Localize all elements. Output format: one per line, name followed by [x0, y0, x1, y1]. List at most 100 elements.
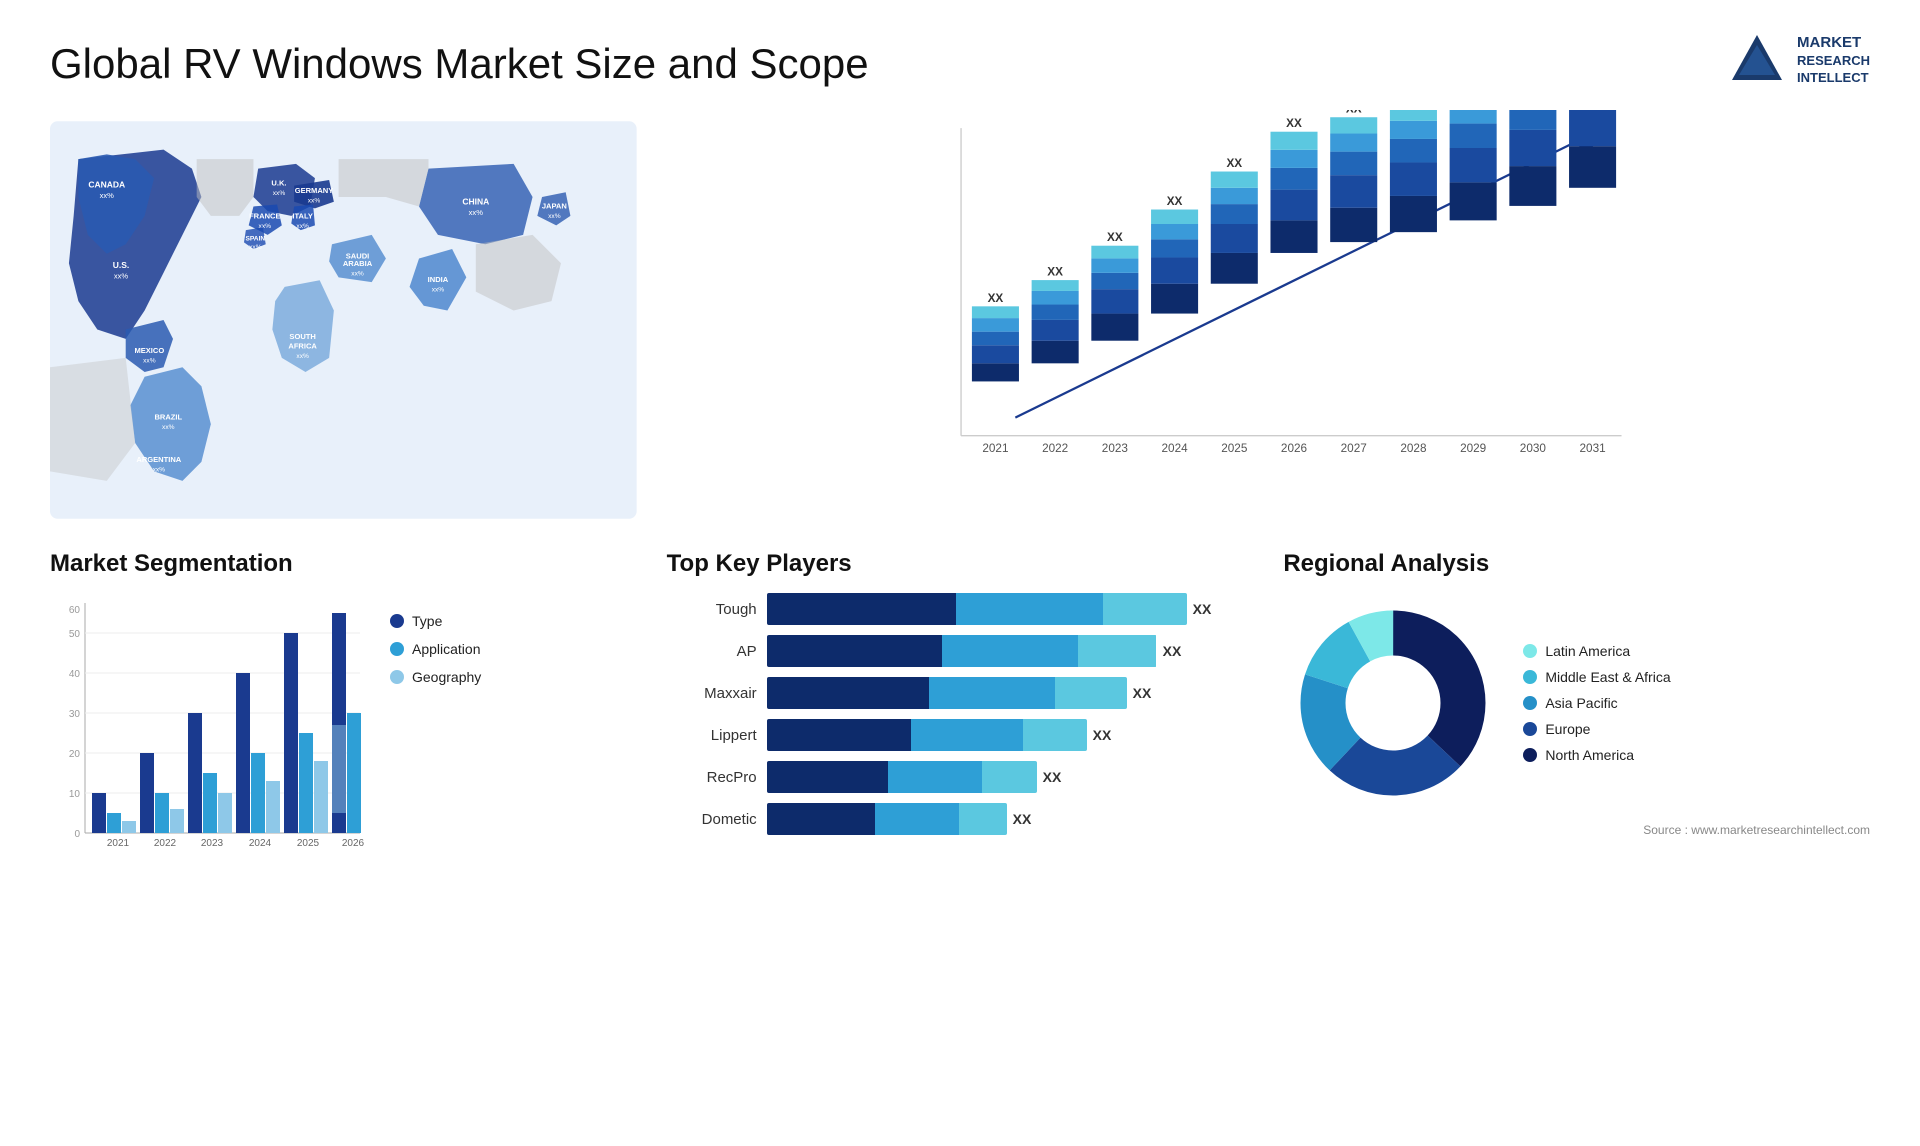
donut-chart	[1283, 593, 1503, 813]
legend-asia-pacific: Asia Pacific	[1523, 695, 1670, 711]
svg-text:xx%: xx%	[100, 191, 115, 200]
dot-north-america	[1523, 748, 1537, 762]
player-seg1-tough	[767, 593, 956, 625]
donut-svg	[1283, 593, 1503, 813]
player-seg3-ap	[1078, 635, 1156, 667]
player-seg1-dometic	[767, 803, 875, 835]
svg-text:xx%: xx%	[469, 208, 484, 217]
player-row-lippert: Lippert XX	[667, 719, 1254, 751]
player-xx-ap: XX	[1163, 643, 1182, 659]
svg-text:FRANCE: FRANCE	[249, 212, 280, 221]
player-name-dometic: Dometic	[667, 811, 757, 828]
player-seg3-tough	[1103, 593, 1187, 625]
player-xx-maxxair: XX	[1133, 685, 1152, 701]
player-seg1-ap	[767, 635, 942, 667]
svg-text:2024: 2024	[1161, 442, 1188, 455]
player-seg2-ap	[942, 635, 1078, 667]
segmentation-title: Market Segmentation	[50, 550, 637, 578]
svg-text:AFRICA: AFRICA	[288, 341, 317, 350]
svg-text:INDIA: INDIA	[428, 275, 449, 284]
svg-text:2024: 2024	[249, 838, 272, 849]
legend-type: Type	[390, 613, 481, 629]
svg-text:2025: 2025	[297, 838, 320, 849]
svg-text:xx%: xx%	[114, 271, 129, 280]
source-text: Source : www.marketresearchintellect.com	[1283, 823, 1870, 837]
svg-text:JAPAN: JAPAN	[542, 201, 567, 210]
regional-title: Regional Analysis	[1283, 550, 1870, 578]
map-svg: CANADA xx% U.S. xx% MEXICO xx% BRAZIL xx…	[50, 110, 637, 530]
svg-text:ARGENTINA: ARGENTINA	[136, 455, 181, 464]
svg-text:BRAZIL: BRAZIL	[154, 412, 182, 421]
player-seg1-recpro	[767, 761, 888, 793]
player-name-maxxair: Maxxair	[667, 685, 757, 702]
legend-north-america: North America	[1523, 747, 1670, 763]
label-north-america: North America	[1545, 747, 1634, 763]
legend-label-application: Application	[412, 641, 481, 657]
svg-text:40: 40	[69, 669, 81, 680]
svg-text:30: 30	[69, 709, 81, 720]
regional-content: Latin America Middle East & Africa Asia …	[1283, 593, 1870, 813]
player-seg1-maxxair	[767, 677, 929, 709]
svg-text:XX: XX	[1226, 157, 1242, 170]
player-bar-tough: XX	[767, 593, 1254, 625]
svg-text:XX: XX	[987, 292, 1003, 305]
svg-text:2022: 2022	[1042, 442, 1068, 455]
segmentation-section: Market Segmentation 0 10 20 30 40 50 60	[50, 550, 637, 878]
players-list: Tough XX AP	[667, 593, 1254, 835]
logo: MARKET RESEARCH INTELLECT	[1727, 30, 1870, 90]
player-bar-stack-lippert	[767, 719, 1087, 751]
segmentation-legend: Type Application Geography	[390, 593, 481, 685]
player-bar-stack-maxxair	[767, 677, 1127, 709]
svg-text:U.K.: U.K.	[271, 179, 286, 188]
svg-text:xx%: xx%	[162, 424, 175, 431]
svg-text:xx%: xx%	[143, 358, 156, 365]
player-name-lippert: Lippert	[667, 727, 757, 744]
svg-text:xx%: xx%	[296, 353, 309, 360]
world-map: CANADA xx% U.S. xx% MEXICO xx% BRAZIL xx…	[50, 110, 637, 530]
svg-text:ARABIA: ARABIA	[343, 259, 373, 268]
label-asia-pacific: Asia Pacific	[1545, 695, 1617, 711]
svg-text:MEXICO: MEXICO	[134, 346, 164, 355]
player-bar-maxxair: XX	[767, 677, 1254, 709]
player-row-dometic: Dometic XX	[667, 803, 1254, 835]
legend-label-type: Type	[412, 613, 442, 629]
player-seg2-lippert	[911, 719, 1023, 751]
svg-text:0: 0	[74, 829, 80, 840]
svg-text:50: 50	[69, 629, 81, 640]
legend-label-geography: Geography	[412, 669, 481, 685]
label-europe: Europe	[1545, 721, 1590, 737]
player-seg3-dometic	[959, 803, 1007, 835]
legend-dot-application	[390, 642, 404, 656]
map-section: CANADA xx% U.S. xx% MEXICO xx% BRAZIL xx…	[50, 110, 637, 530]
player-name-recpro: RecPro	[667, 769, 757, 786]
legend-geography: Geography	[390, 669, 481, 685]
svg-text:2027: 2027	[1340, 442, 1366, 455]
page-header: Global RV Windows Market Size and Scope …	[50, 30, 1870, 90]
player-bar-ap: XX	[767, 635, 1254, 667]
player-seg2-maxxair	[929, 677, 1055, 709]
svg-text:XX: XX	[1286, 117, 1302, 130]
content-grid: CANADA xx% U.S. xx% MEXICO xx% BRAZIL xx…	[50, 110, 1870, 878]
regional-legend: Latin America Middle East & Africa Asia …	[1523, 643, 1670, 763]
bar-chart-container: XX 2021 XX 2022 XX 2023	[667, 110, 1870, 530]
logo-text: MARKET RESEARCH INTELLECT	[1797, 33, 1870, 86]
player-row-tough: Tough XX	[667, 593, 1254, 625]
svg-text:60: 60	[69, 605, 81, 616]
logo-icon	[1727, 30, 1787, 90]
legend-mea: Middle East & Africa	[1523, 669, 1670, 685]
player-name-ap: AP	[667, 643, 757, 660]
legend-application: Application	[390, 641, 481, 657]
svg-text:xx%: xx%	[153, 466, 166, 473]
svg-text:2030: 2030	[1519, 442, 1546, 455]
dot-europe	[1523, 722, 1537, 736]
regional-section: Regional Analysis	[1283, 550, 1870, 878]
dot-mea	[1523, 670, 1537, 684]
player-xx-dometic: XX	[1013, 811, 1032, 827]
player-xx-tough: XX	[1193, 601, 1212, 617]
player-bar-stack-recpro	[767, 761, 1037, 793]
svg-text:20: 20	[69, 749, 81, 760]
svg-text:2022: 2022	[154, 838, 177, 849]
svg-text:CHINA: CHINA	[462, 197, 489, 207]
label-latin-america: Latin America	[1545, 643, 1630, 659]
player-row-maxxair: Maxxair XX	[667, 677, 1254, 709]
